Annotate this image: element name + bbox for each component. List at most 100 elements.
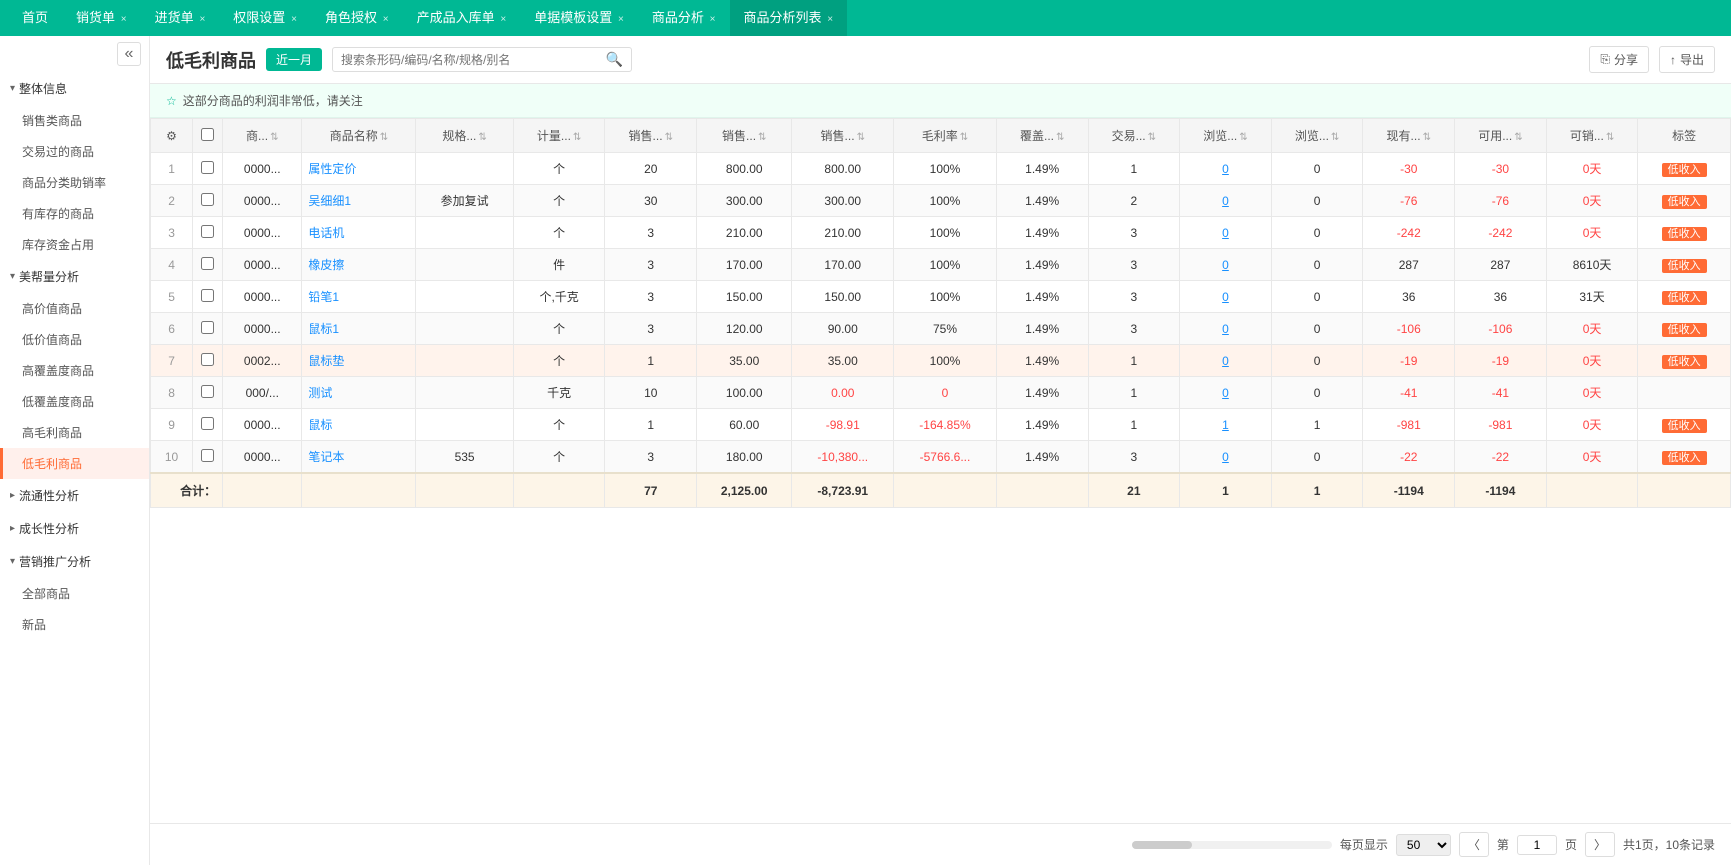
row-tag: 低收入 [1638, 345, 1731, 377]
nav-close-role-auth[interactable]: × [380, 14, 389, 25]
row-view1[interactable]: 1 [1180, 409, 1272, 441]
row-name[interactable]: 测试 [302, 377, 416, 409]
nav-purchase[interactable]: 进货单 × [141, 0, 220, 36]
sidebar-item-low-coverage[interactable]: 低覆盖度商品 [0, 386, 149, 417]
col-code[interactable]: 商...⇅ [223, 119, 302, 153]
row-view1[interactable]: 0 [1180, 441, 1272, 474]
nav-template-settings[interactable]: 单据模板设置 × [520, 0, 638, 36]
sidebar-group-liquidity-title[interactable]: ▸ 流通性分析 [0, 479, 149, 512]
row-sales-price: 120.00 [697, 313, 792, 345]
row-name[interactable]: 鼠标垫 [302, 345, 416, 377]
col-current[interactable]: 现有...⇅ [1363, 119, 1455, 153]
nav-home[interactable]: 首页 [8, 0, 62, 36]
col-sales-price[interactable]: 销售...⇅ [697, 119, 792, 153]
next-page-button[interactable]: 〉 [1585, 832, 1615, 857]
page-size-select[interactable]: 50 100 200 [1396, 834, 1451, 856]
col-coverage[interactable]: 覆盖...⇅ [996, 119, 1088, 153]
sidebar-item-category-rate[interactable]: 商品分类助销率 [0, 167, 149, 198]
row-name[interactable]: 橡皮擦 [302, 249, 416, 281]
nav-close-analysis[interactable]: × [707, 14, 716, 25]
search-input[interactable] [341, 53, 600, 67]
nav-close-purchase[interactable]: × [197, 14, 206, 25]
sidebar-item-traded-products[interactable]: 交易过的商品 [0, 136, 149, 167]
row-checkbox[interactable] [193, 185, 223, 217]
row-name[interactable]: 电话机 [302, 217, 416, 249]
row-checkbox[interactable] [193, 217, 223, 249]
col-gross-margin[interactable]: 毛利率⇅ [894, 119, 997, 153]
row-view2: 0 [1271, 377, 1363, 409]
col-view2[interactable]: 浏览...⇅ [1271, 119, 1363, 153]
nav-permissions[interactable]: 权限设置 × [219, 0, 311, 36]
row-name[interactable]: 铅笔1 [302, 281, 416, 313]
sidebar-collapse-button[interactable]: « [117, 42, 141, 66]
sidebar-item-high-value[interactable]: 高价值商品 [0, 293, 149, 324]
col-unit[interactable]: 计量...⇅ [513, 119, 605, 153]
row-checkbox[interactable] [193, 153, 223, 185]
col-settings[interactable]: ⚙ [151, 119, 193, 153]
sidebar-item-low-margin[interactable]: 低毛利商品 [0, 448, 149, 479]
col-view1[interactable]: 浏览...⇅ [1180, 119, 1272, 153]
nav-product-analysis[interactable]: 商品分析 × [638, 0, 730, 36]
row-view2: 0 [1271, 313, 1363, 345]
col-checkbox[interactable] [193, 119, 223, 153]
sidebar-group-growth-title[interactable]: ▸ 成长性分析 [0, 512, 149, 545]
row-view1[interactable]: 0 [1180, 377, 1272, 409]
horizontal-scrollbar[interactable] [1132, 841, 1332, 849]
row-view1[interactable]: 0 [1180, 249, 1272, 281]
row-name[interactable]: 笔记本 [302, 441, 416, 474]
nav-close-sales[interactable]: × [118, 14, 127, 25]
row-checkbox[interactable] [193, 345, 223, 377]
row-name[interactable]: 鼠标 [302, 409, 416, 441]
current-page-input[interactable] [1517, 835, 1557, 855]
nav-close-template[interactable]: × [615, 14, 624, 25]
col-transaction[interactable]: 交易...⇅ [1088, 119, 1180, 153]
nav-analysis-list[interactable]: 商品分析列表 × [730, 0, 848, 36]
scrollbar-thumb[interactable] [1132, 841, 1192, 849]
nav-close-analysis-list[interactable]: × [825, 14, 834, 25]
nav-role-auth[interactable]: 角色授权 × [311, 0, 403, 36]
row-checkbox[interactable] [193, 377, 223, 409]
search-icon[interactable]: 🔍 [606, 51, 623, 68]
row-checkbox[interactable] [193, 409, 223, 441]
col-saleable[interactable]: 可销...⇅ [1546, 119, 1638, 153]
sidebar-item-all-products[interactable]: 全部商品 [0, 578, 149, 609]
row-name[interactable]: 吴细细1 [302, 185, 416, 217]
filter-recent-month-button[interactable]: 近一月 [266, 48, 322, 71]
sidebar-item-low-value[interactable]: 低价值商品 [0, 324, 149, 355]
col-tag[interactable]: 标签 [1638, 119, 1731, 153]
row-view1[interactable]: 0 [1180, 185, 1272, 217]
row-view1[interactable]: 0 [1180, 153, 1272, 185]
select-all-checkbox[interactable] [201, 128, 214, 141]
sidebar-item-stocked-products[interactable]: 有库存的商品 [0, 198, 149, 229]
nav-close-product-entry[interactable]: × [498, 14, 507, 25]
nav-close-permissions[interactable]: × [288, 14, 297, 25]
nav-product-entry[interactable]: 产成品入库单 × [403, 0, 521, 36]
col-name[interactable]: 商品名称⇅ [302, 119, 416, 153]
sidebar-item-high-margin[interactable]: 高毛利商品 [0, 417, 149, 448]
row-view1[interactable]: 0 [1180, 345, 1272, 377]
row-checkbox[interactable] [193, 281, 223, 313]
share-button[interactable]: ⎘ 分享 [1589, 46, 1649, 73]
sidebar-item-new-products[interactable]: 新品 [0, 609, 149, 640]
sidebar-item-sales-products[interactable]: 销售类商品 [0, 105, 149, 136]
row-checkbox[interactable] [193, 249, 223, 281]
sidebar-item-inventory-capital[interactable]: 库存资金占用 [0, 229, 149, 260]
sidebar-group-marketing-title[interactable]: ▾ 营销推广分析 [0, 545, 149, 578]
row-name[interactable]: 鼠标1 [302, 313, 416, 345]
col-spec[interactable]: 规格...⇅ [416, 119, 513, 153]
col-available[interactable]: 可用...⇅ [1455, 119, 1547, 153]
col-sales-qty[interactable]: 销售...⇅ [605, 119, 697, 153]
row-view1[interactable]: 0 [1180, 313, 1272, 345]
col-sales-amount[interactable]: 销售...⇅ [792, 119, 894, 153]
row-view1[interactable]: 0 [1180, 281, 1272, 313]
sidebar-group-overview-title[interactable]: ▾ 整体信息 [0, 72, 149, 105]
row-checkbox[interactable] [193, 441, 223, 474]
export-button[interactable]: ↑ 导出 [1659, 46, 1715, 73]
row-checkbox[interactable] [193, 313, 223, 345]
sidebar-group-analysis-title[interactable]: ▾ 美帮量分析 [0, 260, 149, 293]
row-view1[interactable]: 0 [1180, 217, 1272, 249]
row-name[interactable]: 属性定价 [302, 153, 416, 185]
nav-sales[interactable]: 销货单 × [62, 0, 141, 36]
prev-page-button[interactable]: 〈 [1459, 832, 1489, 857]
sidebar-item-high-coverage[interactable]: 高覆盖度商品 [0, 355, 149, 386]
